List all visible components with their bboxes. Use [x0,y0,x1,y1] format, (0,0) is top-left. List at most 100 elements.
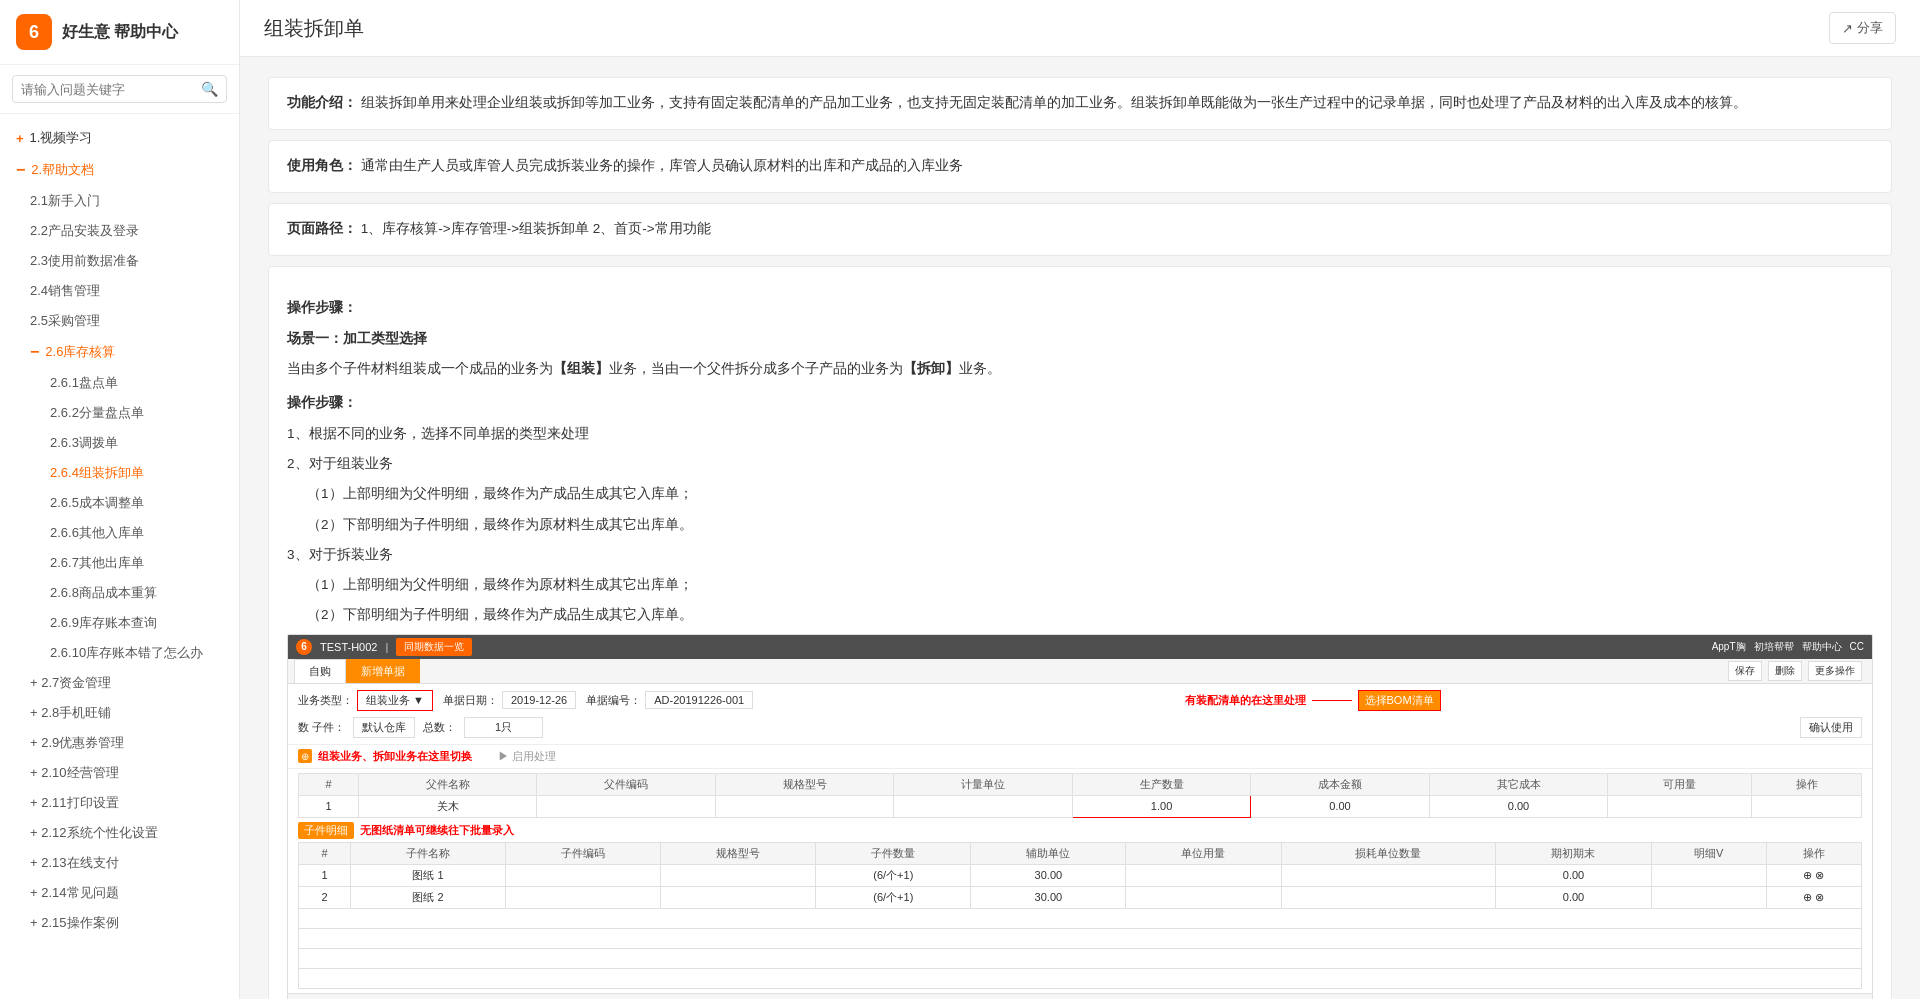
mock-tab-actions: 保存 删除 更多操作 [420,659,1866,683]
mock-crow2-qty: (6/个+1) [816,886,971,908]
mock-top-right: AppT胸 初培帮帮 帮助中心 CC [1712,640,1864,654]
mock-child-row-6 [299,968,1862,988]
step2: 2、对于组装业务 [287,452,1873,476]
search-input[interactable] [21,82,201,97]
mock-btn-overview[interactable]: 同期数据一览 [396,638,472,656]
sidebar-item-docs-211[interactable]: + 2.11打印设置 [0,788,239,818]
sidebar-item-docs-264[interactable]: 2.6.4组装拆卸单 [0,458,239,488]
mock-btype-select[interactable]: 组装业务 ▼ [357,690,433,711]
mock-tab-xzjd[interactable]: 新增单据 [346,659,420,683]
main-area: 组装拆卸单 ↗ 分享 功能介绍： 组装拆卸单用来处理企业组装或拆卸等加工业务，支… [240,0,1920,999]
sidebar-item-docs-262[interactable]: 2.6.2分量盘点单 [0,398,239,428]
mock-child-row-2: 2 图纸 2 (6/个+1) 30.00 0.00 [299,886,1862,908]
mock-crow2-seq: 2 [299,886,351,908]
share-button[interactable]: ↗ 分享 [1829,12,1896,44]
sidebar-item-docs-210[interactable]: + 2.10经营管理 [0,758,239,788]
mock-date-label: 单据日期： [443,693,498,708]
mock-cth-ops: 操作 [1766,842,1861,864]
ops-steps-title: 操作步骤： [287,391,1873,415]
mock-cth-name: 子件名称 [351,842,506,864]
mock-th-avail: 可用量 [1608,773,1752,795]
annotation4-text: 无图纸清单可继续往下批量录入 [360,823,514,838]
mock-cth-unit: 子件数量 [816,842,971,864]
mock-child-row-4 [299,928,1862,948]
sidebar-item-docs-27[interactable]: + 2.7资金管理 [0,668,239,698]
mock-parent-other: 0.00 [1429,795,1607,817]
intro-text: 组装拆卸单用来处理企业组装或拆卸等加工业务，支持有固定装配清单的产品加工业务，也… [361,95,1747,110]
mock-crow1-aux: 30.00 [971,864,1126,886]
sidebar-item-docs-263[interactable]: 2.6.3调拨单 [0,428,239,458]
mock-cth-usage: 单位用量 [1126,842,1281,864]
sidebar-item-docs-268[interactable]: 2.6.8商品成本重算 [0,578,239,608]
mock-crow2-loss [1281,886,1496,908]
sidebar-item-docs-269[interactable]: 2.6.9库存账本查询 [0,608,239,638]
mock-child-row-5 [299,948,1862,968]
sidebar-item-docs-25-label: 2.5采购管理 [30,312,100,330]
sidebar-item-docs-28[interactable]: + 2.8手机旺铺 [0,698,239,728]
sidebar-item-docs-269-label: 2.6.9库存账本查询 [50,614,157,632]
sidebar-item-docs-214[interactable]: + 2.14常见问题 [0,878,239,908]
sidebar-item-docs-261[interactable]: 2.6.1盘点单 [0,368,239,398]
sidebar-item-docs-22[interactable]: 2.2产品安装及登录 [0,216,239,246]
share-icon: ↗ [1842,21,1853,36]
sidebar-item-docs-212[interactable]: + 2.12系统个性化设置 [0,818,239,848]
mock-order-value: AD-20191226-001 [645,691,753,709]
mock-child-table: # 子件名称 子件编码 规格型号 子件数量 辅助单位 单位用量 损耗单位数量 期… [298,842,1862,989]
mock-tab-zg[interactable]: 自购 [294,659,346,683]
sidebar-item-docs-2610[interactable]: 2.6.10库存账本错了怎么办 [0,638,239,668]
sidebar-item-docs-265[interactable]: 2.6.5成本调整单 [0,488,239,518]
mock-crow1-loss [1281,864,1496,886]
sidebar-item-docs-24[interactable]: 2.4销售管理 [0,276,239,306]
mock-section-icon: ⊕ [298,749,312,763]
sidebar-item-docs-263-label: 2.6.3调拨单 [50,434,118,452]
mock-cth-aux: 辅助单位 [971,842,1126,864]
mock-parent-row: 1 关木 1.00 0.00 0.00 [299,795,1862,817]
mock-cth-loss: 损耗单位数量 [1281,842,1496,864]
sidebar-item-docs-266[interactable]: 2.6.6其他入库单 [0,518,239,548]
sidebar-item-docs-215[interactable]: + 2.15操作案例 [0,908,239,938]
mock-qty-value: 1只 [464,717,543,738]
minus-icon: − [16,162,25,178]
step3: 3、对于拆装业务 [287,543,1873,567]
mock-bom-btn[interactable]: 选择BOM清单 [1358,690,1441,711]
role-block: 使用角色： 通常由生产人员或库管人员完成拆装业务的操作，库管人员确认原材料的出库… [268,140,1892,193]
mock-parent-table-area: # 父件名称 父件编码 规格型号 计量单位 生产数量 成本金额 其它成本 可用量 [288,769,1872,818]
sidebar-item-docs-26[interactable]: − 2.6库存核算 [0,336,239,368]
path-label: 页面路径： [287,221,357,236]
sidebar-item-docs-212-label: + 2.12系统个性化设置 [30,824,158,842]
mock-order-field: 单据编号： AD-20191226-001 [586,691,753,709]
sidebar-item-docs-23-label: 2.3使用前数据准备 [30,252,139,270]
sidebar-item-docs-label: 2.帮助文档 [31,161,94,179]
mock-sub-label: 数 子件： [298,720,345,735]
sidebar-item-docs-26-label: 2.6库存核算 [45,343,115,361]
sidebar-item-video[interactable]: + 1.视频学习 [0,122,239,154]
mock-action-save[interactable]: 保存 [1728,661,1762,681]
sidebar-item-docs-25[interactable]: 2.5采购管理 [0,306,239,336]
mock-confirm-btn[interactable]: 确认使用 [1800,717,1862,738]
sidebar-item-docs-21[interactable]: 2.1新手入门 [0,186,239,216]
plus-icon: + [16,131,24,146]
mock-action-more[interactable]: 更多操作 [1808,661,1862,681]
mock-tabs-row: 自购 新增单据 [294,659,420,683]
mock-cth-seq: # [299,842,351,864]
mock-parent-cost: 0.00 [1251,795,1429,817]
mock-crow1-seq: 1 [299,864,351,886]
sidebar-item-docs-27-label: + 2.7资金管理 [30,674,111,692]
mock-parent-qty: 1.00 [1072,795,1250,817]
mock-th-seq: # [299,773,359,795]
mock-th-pname: 父件名称 [358,773,536,795]
mock-user: CC [1850,641,1864,652]
sidebar-item-docs-213[interactable]: + 2.13在线支付 [0,848,239,878]
sidebar-item-docs-23[interactable]: 2.3使用前数据准备 [0,246,239,276]
mock-parent-name: 关木 [358,795,536,817]
logo-area: 6 好生意 帮助中心 [0,0,239,65]
annotation1-text: 有装配清单的在这里处理 [1185,693,1306,708]
sidebar-item-docs-29-label: + 2.9优惠券管理 [30,734,124,752]
step2-1: （1）上部明细为父件明细，最终作为产成品生成其它入库单； [287,482,1873,506]
sidebar-item-docs[interactable]: − 2.帮助文档 [0,154,239,186]
intro-block: 功能介绍： 组装拆卸单用来处理企业组装或拆卸等加工业务，支持有固定装配清单的产品… [268,77,1892,130]
search-icon[interactable]: 🔍 [201,81,218,97]
mock-action-del[interactable]: 删除 [1768,661,1802,681]
sidebar-item-docs-267[interactable]: 2.6.7其他出库单 [0,548,239,578]
sidebar-item-docs-29[interactable]: + 2.9优惠券管理 [0,728,239,758]
